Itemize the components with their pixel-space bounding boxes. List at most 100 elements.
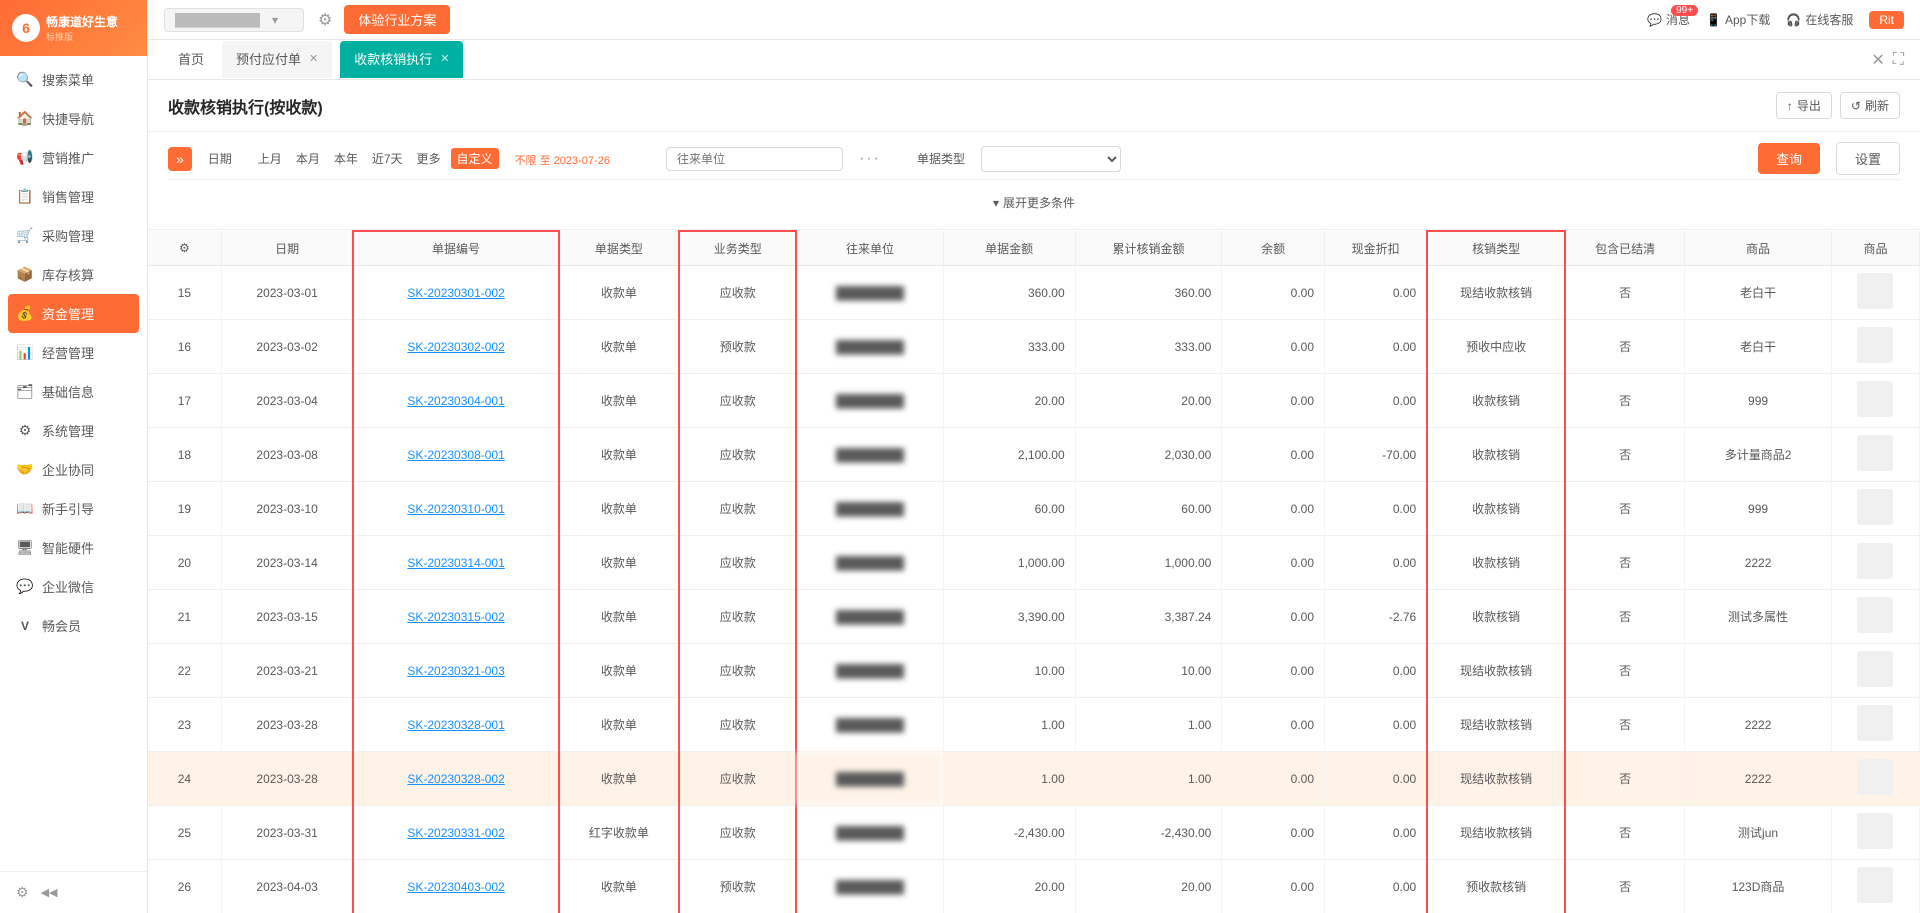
cell-cancel-type: 现结收款核销 — [1427, 752, 1565, 806]
sidebar-item-system[interactable]: ⚙ 系统管理 — [0, 411, 147, 450]
cell-discount: 0.00 — [1325, 266, 1428, 320]
sidebar-item-guide[interactable]: 📖 新手引导 — [0, 489, 147, 528]
cell-balance: 0.00 — [1222, 266, 1325, 320]
doc-no-link[interactable]: SK-20230308-001 — [407, 448, 504, 462]
sidebar-item-member[interactable]: V 畅会员 — [0, 606, 147, 645]
date-opt-last-month[interactable]: 上月 — [254, 148, 286, 169]
cell-amount: 20.00 — [943, 860, 1075, 913]
export-label: 导出 — [1797, 97, 1821, 114]
sidebar-item-sales[interactable]: 📋 销售管理 — [0, 177, 147, 216]
sidebar-item-marketing[interactable]: 📢 营销推广 — [0, 138, 147, 177]
tab-prepay-close[interactable]: ✕ — [309, 52, 318, 65]
user-avatar[interactable]: Rit — [1869, 11, 1904, 29]
filter-settings-button[interactable]: 设置 — [1836, 142, 1900, 175]
cell-acc-amount: 10.00 — [1075, 644, 1222, 698]
filter-toggle-button[interactable]: » — [168, 147, 192, 171]
sidebar-item-operation[interactable]: 📊 经营管理 — [0, 333, 147, 372]
cell-biz-type: 应收款 — [679, 482, 796, 536]
cell-goods: 测试jun — [1685, 806, 1832, 860]
doc-no-link[interactable]: SK-20230328-001 — [407, 718, 504, 732]
tab-receipt-close[interactable]: ✕ — [440, 52, 449, 65]
gear-button[interactable]: ⚙ — [318, 10, 332, 30]
sidebar-item-inventory[interactable]: 📦 库存核算 — [0, 255, 147, 294]
message-button[interactable]: 💬 消息 99+ — [1647, 11, 1690, 28]
expand-more-button[interactable]: ▾ 展开更多条件 — [168, 190, 1900, 215]
date-opt-this-year[interactable]: 本年 — [330, 148, 362, 169]
headset-icon: 🎧 — [1786, 13, 1801, 27]
industry-solution-button[interactable]: 体验行业方案 — [344, 5, 450, 34]
th-doc-type: 单据类型 — [559, 231, 679, 266]
cell-biz-type: 应收款 — [679, 752, 796, 806]
cell-include-settled: 否 — [1565, 860, 1685, 913]
date-opt-more[interactable]: 更多 — [413, 148, 445, 169]
doc-no-link[interactable]: SK-20230302-002 — [407, 340, 504, 354]
sidebar-item-basic[interactable]: 🗂 基础信息 — [0, 372, 147, 411]
topbar-right: 💬 消息 99+ 📱 App下载 🎧 在线客服 Rit — [1647, 11, 1904, 29]
cell-num: 23 — [148, 698, 221, 752]
refresh-button[interactable]: ↺ 刷新 — [1840, 92, 1900, 119]
cell-partner: ████████ — [796, 860, 943, 913]
doc-type-select[interactable] — [981, 146, 1121, 172]
table-row: 21 2023-03-15 SK-20230315-002 收款单 应收款 ██… — [148, 590, 1920, 644]
marketing-icon: 📢 — [16, 149, 34, 166]
cell-date: 2023-03-02 — [221, 320, 353, 374]
enterprise-icon: 🤝 — [16, 461, 34, 478]
cell-acc-amount: 1.00 — [1075, 752, 1222, 806]
sidebar-item-finance[interactable]: 💰 资金管理 — [8, 294, 139, 333]
sidebar-item-wechat[interactable]: 💬 企业微信 — [0, 567, 147, 606]
cell-biz-type: 预收款 — [679, 320, 796, 374]
date-opt-7days[interactable]: 近7天 — [368, 148, 407, 169]
cell-goods — [1685, 644, 1832, 698]
sidebar-item-enterprise[interactable]: 🤝 企业协同 — [0, 450, 147, 489]
doc-no-link[interactable]: SK-20230315-002 — [407, 610, 504, 624]
doc-no-link[interactable]: SK-20230310-001 — [407, 502, 504, 516]
tab-receipt[interactable]: 收款核销执行 ✕ — [340, 41, 463, 78]
sidebar-item-shortcut[interactable]: 🏠 快捷导航 — [0, 99, 147, 138]
company-selector[interactable]: ██████████ ▾ — [164, 8, 304, 32]
date-opt-this-month[interactable]: 本月 — [292, 148, 324, 169]
tab-home[interactable]: 首页 — [164, 41, 218, 78]
sidebar-item-hardware[interactable]: 🖥 智能硬件 — [0, 528, 147, 567]
sidebar-item-label: 搜索菜单 — [42, 70, 94, 89]
cell-doc-type: 收款单 — [559, 428, 679, 482]
cell-include-settled: 否 — [1565, 806, 1685, 860]
date-filter-label: 日期 — [208, 150, 238, 167]
doc-no-link[interactable]: SK-20230314-001 — [407, 556, 504, 570]
tab-expand-button[interactable]: ⛶ — [1893, 50, 1904, 70]
cell-acc-amount: 20.00 — [1075, 374, 1222, 428]
selector-placeholder: ██████████ — [175, 13, 260, 27]
export-button[interactable]: ↑ 导出 — [1776, 92, 1832, 119]
settings-bottom-icon[interactable]: ⚙ — [16, 884, 29, 901]
logo-icon: 6 — [12, 14, 40, 42]
cell-balance: 0.00 — [1222, 536, 1325, 590]
tab-prepay[interactable]: 预付应付单 ✕ — [222, 41, 332, 78]
online-service-button[interactable]: 🎧 在线客服 — [1786, 11, 1853, 28]
app-download-button[interactable]: 📱 App下载 — [1706, 11, 1770, 28]
cell-doc-no: SK-20230302-002 — [353, 320, 558, 374]
sidebar-item-purchase[interactable]: 🛒 采购管理 — [0, 216, 147, 255]
table-row: 26 2023-04-03 SK-20230403-002 收款单 预收款 ██… — [148, 860, 1920, 913]
query-button[interactable]: 查询 — [1758, 143, 1820, 174]
sidebar-item-search[interactable]: 🔍 搜索菜单 — [0, 60, 147, 99]
date-opt-custom[interactable]: 自定义 — [451, 148, 499, 169]
main-area: ██████████ ▾ ⚙ 体验行业方案 💬 消息 99+ 📱 App下载 🎧… — [148, 0, 1920, 913]
doc-no-link[interactable]: SK-20230328-002 — [407, 772, 504, 786]
th-include-settled: 包含已结清 — [1565, 231, 1685, 266]
sidebar-item-label: 库存核算 — [42, 265, 94, 284]
doc-no-link[interactable]: SK-20230304-001 — [407, 394, 504, 408]
sidebar-item-label: 畅会员 — [42, 616, 81, 635]
th-gear[interactable]: ⚙ — [148, 231, 221, 266]
doc-no-link[interactable]: SK-20230403-002 — [407, 880, 504, 894]
collapse-icon[interactable]: ◀◀ — [41, 886, 58, 899]
tab-close-all-button[interactable]: ✕ — [1871, 50, 1884, 70]
partner-input[interactable] — [666, 147, 843, 171]
header-actions: ↑ 导出 ↺ 刷新 — [1776, 92, 1900, 119]
sidebar-item-label: 智能硬件 — [42, 538, 94, 557]
guide-icon: 📖 — [16, 500, 34, 517]
doc-no-link[interactable]: SK-20230301-002 — [407, 286, 504, 300]
sidebar-item-label: 营销推广 — [42, 148, 94, 167]
doc-no-link[interactable]: SK-20230331-002 — [407, 826, 504, 840]
cell-balance: 0.00 — [1222, 644, 1325, 698]
doc-no-link[interactable]: SK-20230321-003 — [407, 664, 504, 678]
chevron-down-icon[interactable]: ▾ — [272, 13, 278, 27]
